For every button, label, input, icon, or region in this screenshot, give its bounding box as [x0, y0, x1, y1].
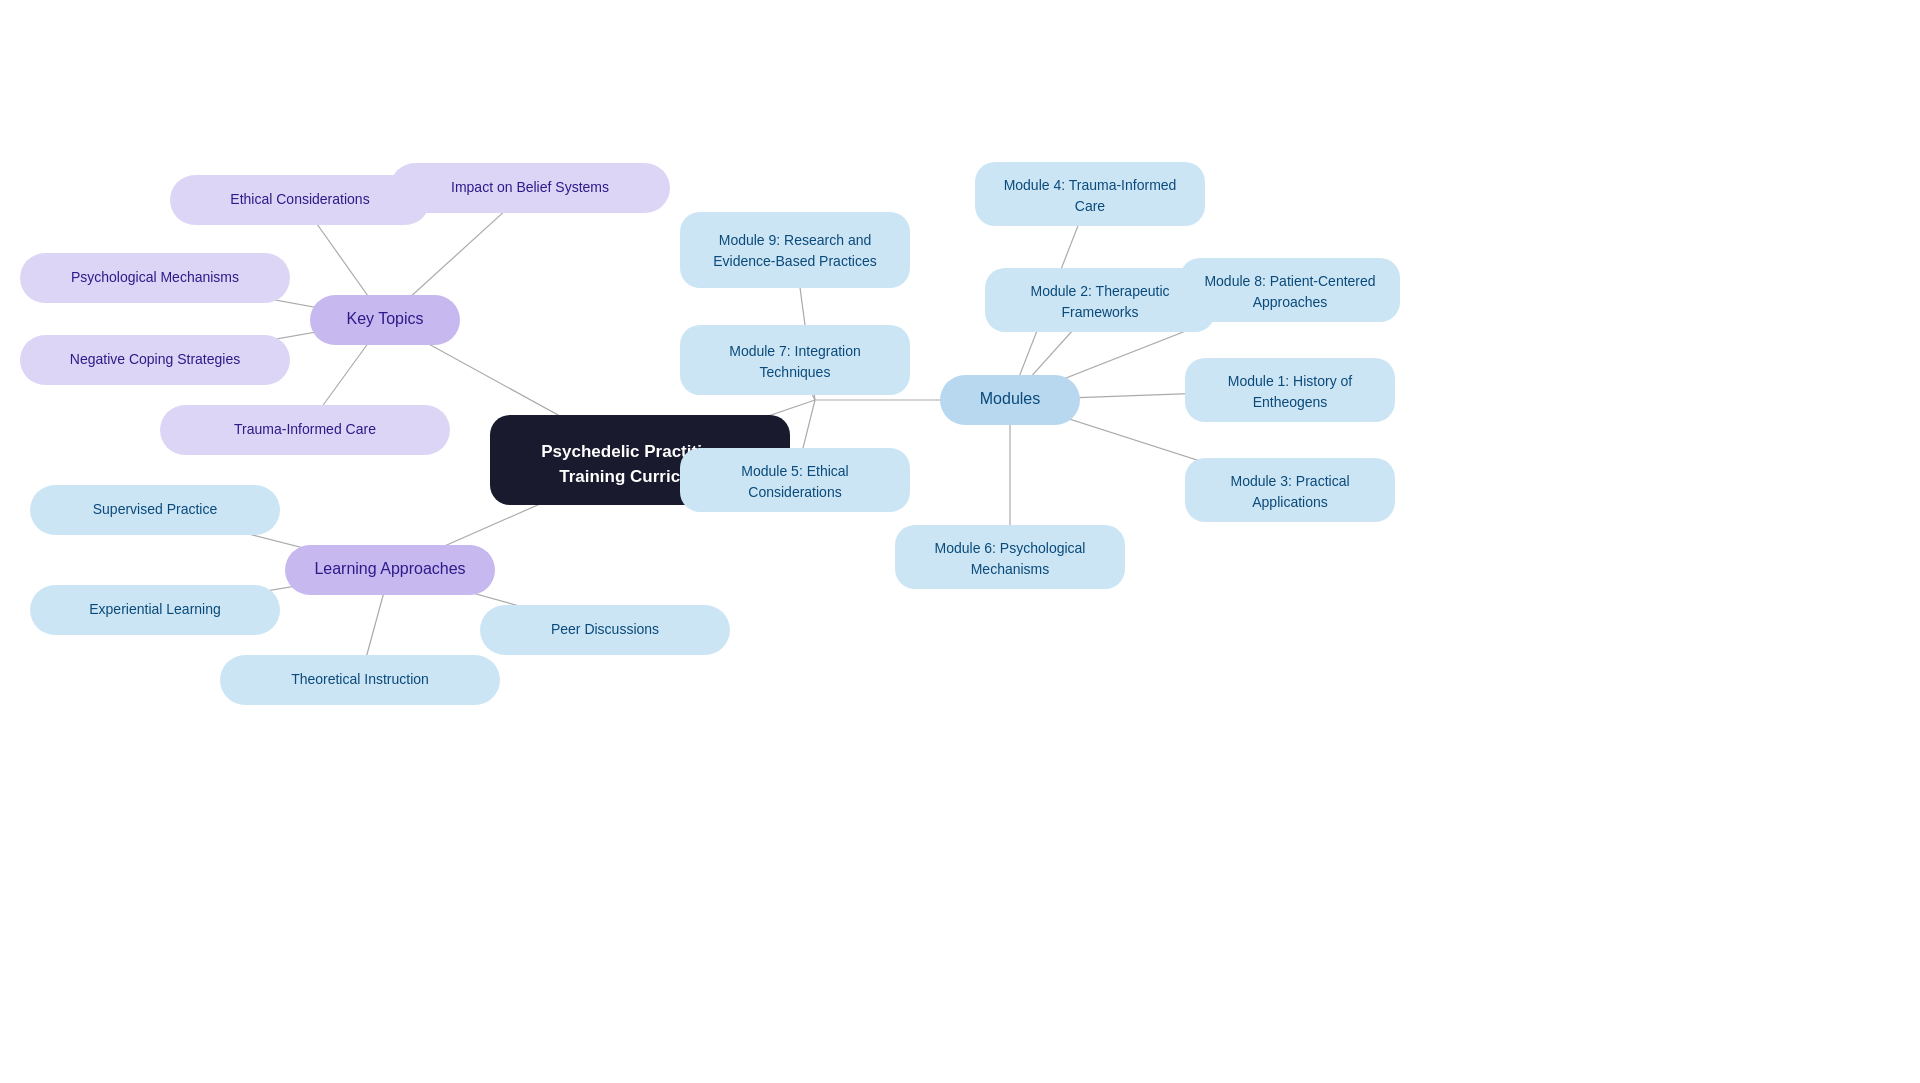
svg-text:Entheogens: Entheogens — [1253, 394, 1328, 410]
svg-text:Approaches: Approaches — [1253, 294, 1328, 310]
svg-rect-52 — [680, 325, 910, 395]
svg-rect-70 — [1185, 358, 1395, 422]
svg-text:Mechanisms: Mechanisms — [971, 561, 1050, 577]
svg-text:Trauma-Informed Care: Trauma-Informed Care — [234, 421, 376, 437]
svg-text:Supervised Practice: Supervised Practice — [93, 501, 218, 517]
svg-text:Module 1: History of: Module 1: History of — [1228, 373, 1353, 389]
experiential-learning-node[interactable]: Experiential Learning — [30, 585, 280, 635]
svg-rect-58 — [895, 525, 1125, 589]
svg-text:Key Topics: Key Topics — [346, 310, 423, 327]
svg-text:Module 3: Practical: Module 3: Practical — [1230, 473, 1349, 489]
svg-text:Module 2: Therapeutic: Module 2: Therapeutic — [1030, 283, 1169, 299]
impact-belief-systems-node[interactable]: Impact on Belief Systems — [390, 163, 670, 213]
svg-text:Applications: Applications — [1252, 494, 1328, 510]
module3-node[interactable]: Module 3: Practical Applications — [1185, 458, 1395, 522]
svg-rect-49 — [680, 212, 910, 288]
negative-coping-strategies-node[interactable]: Negative Coping Strategies — [20, 335, 290, 385]
svg-text:Techniques: Techniques — [760, 364, 831, 380]
svg-text:Modules: Modules — [980, 390, 1040, 407]
svg-rect-67 — [1180, 258, 1400, 322]
peer-discussions-node[interactable]: Peer Discussions — [480, 605, 730, 655]
mind-map: Key Topics Ethical Considerations Impact… — [0, 0, 1920, 1083]
svg-text:Impact on Belief Systems: Impact on Belief Systems — [451, 179, 609, 195]
svg-text:Module 4: Trauma-Informed: Module 4: Trauma-Informed — [1004, 177, 1177, 193]
key-topics-hub[interactable]: Key Topics — [310, 295, 460, 345]
svg-rect-61 — [975, 162, 1205, 226]
module4-node[interactable]: Module 4: Trauma-Informed Care — [975, 162, 1205, 226]
module8-node[interactable]: Module 8: Patient-Centered Approaches — [1180, 258, 1400, 322]
svg-text:Ethical Considerations: Ethical Considerations — [230, 191, 369, 207]
svg-text:Negative Coping Strategies: Negative Coping Strategies — [70, 351, 240, 367]
module9-node[interactable]: Module 9: Research and Evidence-Based Pr… — [680, 212, 910, 288]
svg-text:Evidence-Based Practices: Evidence-Based Practices — [713, 253, 876, 269]
modules-hub[interactable]: Modules — [940, 375, 1080, 425]
module5-node[interactable]: Module 5: Ethical Considerations — [680, 448, 910, 512]
svg-text:Theoretical Instruction: Theoretical Instruction — [291, 671, 429, 687]
svg-text:Module 8: Patient-Centered: Module 8: Patient-Centered — [1204, 273, 1375, 289]
module6-node[interactable]: Module 6: Psychological Mechanisms — [895, 525, 1125, 589]
svg-text:Module 5: Ethical: Module 5: Ethical — [741, 463, 848, 479]
svg-text:Experiential Learning: Experiential Learning — [89, 601, 221, 617]
supervised-practice-node[interactable]: Supervised Practice — [30, 485, 280, 535]
psychological-mechanisms-node[interactable]: Psychological Mechanisms — [20, 253, 290, 303]
module1-node[interactable]: Module 1: History of Entheogens — [1185, 358, 1395, 422]
svg-rect-73 — [1185, 458, 1395, 522]
svg-text:Care: Care — [1075, 198, 1106, 214]
svg-text:Peer Discussions: Peer Discussions — [551, 621, 659, 637]
svg-text:Learning Approaches: Learning Approaches — [314, 560, 465, 577]
learning-approaches-hub[interactable]: Learning Approaches — [285, 545, 495, 595]
svg-text:Psychological Mechanisms: Psychological Mechanisms — [71, 269, 239, 285]
svg-text:Considerations: Considerations — [748, 484, 841, 500]
theoretical-instruction-node[interactable]: Theoretical Instruction — [220, 655, 500, 705]
svg-text:Module 7: Integration: Module 7: Integration — [729, 343, 861, 359]
svg-text:Module 9: Research and: Module 9: Research and — [719, 232, 872, 248]
trauma-informed-care-left-node[interactable]: Trauma-Informed Care — [160, 405, 450, 455]
svg-text:Module 6: Psychological: Module 6: Psychological — [935, 540, 1086, 556]
svg-text:Frameworks: Frameworks — [1061, 304, 1138, 320]
svg-rect-55 — [680, 448, 910, 512]
module7-node[interactable]: Module 7: Integration Techniques — [680, 325, 910, 395]
